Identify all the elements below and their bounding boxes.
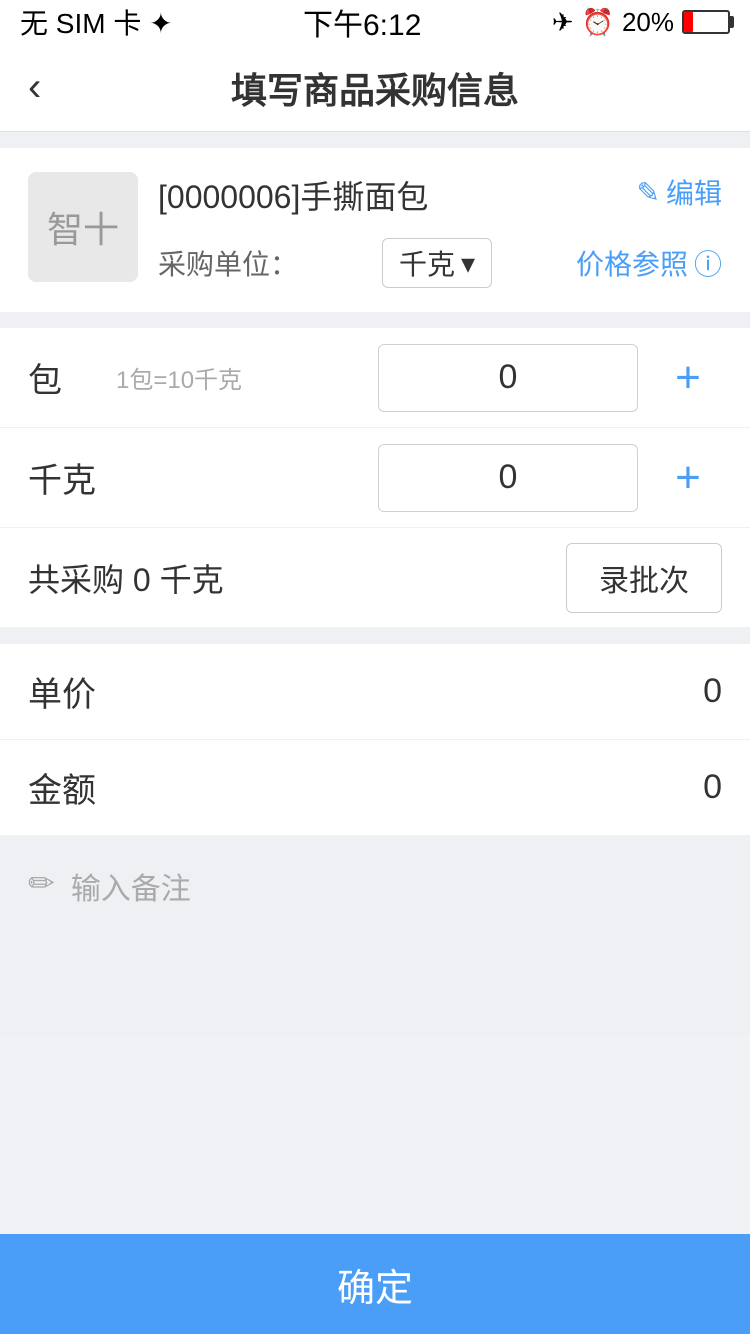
status-left: 无 SIM 卡 ✦ [20, 2, 173, 42]
unit-price-label: 单价 [28, 667, 96, 716]
edit-icon: ✎ [637, 176, 660, 209]
bag-input-right: + [242, 344, 722, 412]
remark-section[interactable]: ✏ 输入备注 [0, 836, 750, 1036]
dropdown-icon: ▾ [461, 247, 475, 280]
product-name: [0000006]手撕面包 [158, 172, 428, 218]
location-icon: ✈ [552, 7, 574, 38]
amount-row: 金额 0 [0, 740, 750, 836]
bag-label: 包 [28, 353, 108, 402]
page-title: 填写商品采购信息 [231, 62, 519, 114]
summary-text: 共采购 0 千克 [28, 555, 224, 601]
bag-quantity-input[interactable] [378, 344, 638, 412]
unit-price-value: 0 [703, 672, 722, 711]
unit-row: 采购单位： 千克 ▾ 价格参照 ⓘ [158, 238, 722, 288]
price-info-section: 单价 0 金额 0 [0, 644, 750, 836]
battery-icon [682, 10, 730, 34]
product-name-row: [0000006]手撕面包 ✎ 编辑 [158, 172, 722, 218]
kg-input-row: 千克 + [0, 428, 750, 528]
battery-fill [684, 12, 693, 32]
nav-bar: ‹ 填写商品采购信息 [0, 44, 750, 132]
product-thumbnail: 智十 [28, 172, 138, 282]
edit-label: 编辑 [666, 172, 722, 212]
bag-plus-button[interactable]: + [654, 344, 722, 412]
input-section: 包 1包=10千克 + 千克 + [0, 328, 750, 528]
kg-plus-button[interactable]: + [654, 444, 722, 512]
product-card: 智十 [0000006]手撕面包 ✎ 编辑 采购单位： 千克 ▾ 价格参照 ⓘ [0, 148, 750, 312]
unit-select[interactable]: 千克 ▾ [382, 238, 492, 288]
status-bar: 无 SIM 卡 ✦ 下午6:12 ✈ ⏰ 20% [0, 0, 750, 44]
price-ref-label: 价格参照 [576, 243, 688, 283]
section-divider-mid [0, 312, 750, 328]
help-icon: ⓘ [694, 243, 722, 283]
bag-sublabel: 1包=10千克 [116, 360, 242, 395]
status-time: 下午6:12 [303, 0, 421, 44]
unit-value: 千克 [399, 243, 455, 283]
status-right: ✈ ⏰ 20% [552, 7, 730, 38]
kg-quantity-input[interactable] [378, 444, 638, 512]
amount-label: 金额 [28, 763, 96, 812]
confirm-button[interactable]: 确定 [0, 1234, 750, 1334]
unit-label: 采购单位： [158, 243, 298, 283]
unit-price-row: 单价 0 [0, 644, 750, 740]
sim-status: 无 SIM 卡 ✦ [20, 2, 173, 42]
edit-button[interactable]: ✎ 编辑 [637, 172, 722, 212]
amount-value: 0 [703, 768, 722, 807]
battery-text: 20% [622, 7, 674, 38]
pencil-icon: ✏ [28, 864, 55, 902]
section-divider-top [0, 132, 750, 148]
price-ref-button[interactable]: 价格参照 ⓘ [576, 243, 722, 283]
alarm-icon: ⏰ [582, 7, 614, 38]
remark-placeholder: 输入备注 [71, 864, 191, 908]
bag-input-row: 包 1包=10千克 + [0, 328, 750, 428]
kg-input-right: + [108, 444, 722, 512]
back-button[interactable]: ‹ [28, 65, 41, 110]
kg-label: 千克 [28, 453, 108, 502]
section-divider-bottom [0, 628, 750, 644]
product-logo: 智十 [47, 201, 119, 253]
summary-row: 共采购 0 千克 录批次 [0, 528, 750, 628]
batch-button[interactable]: 录批次 [566, 543, 722, 613]
product-info: [0000006]手撕面包 ✎ 编辑 采购单位： 千克 ▾ 价格参照 ⓘ [158, 172, 722, 288]
